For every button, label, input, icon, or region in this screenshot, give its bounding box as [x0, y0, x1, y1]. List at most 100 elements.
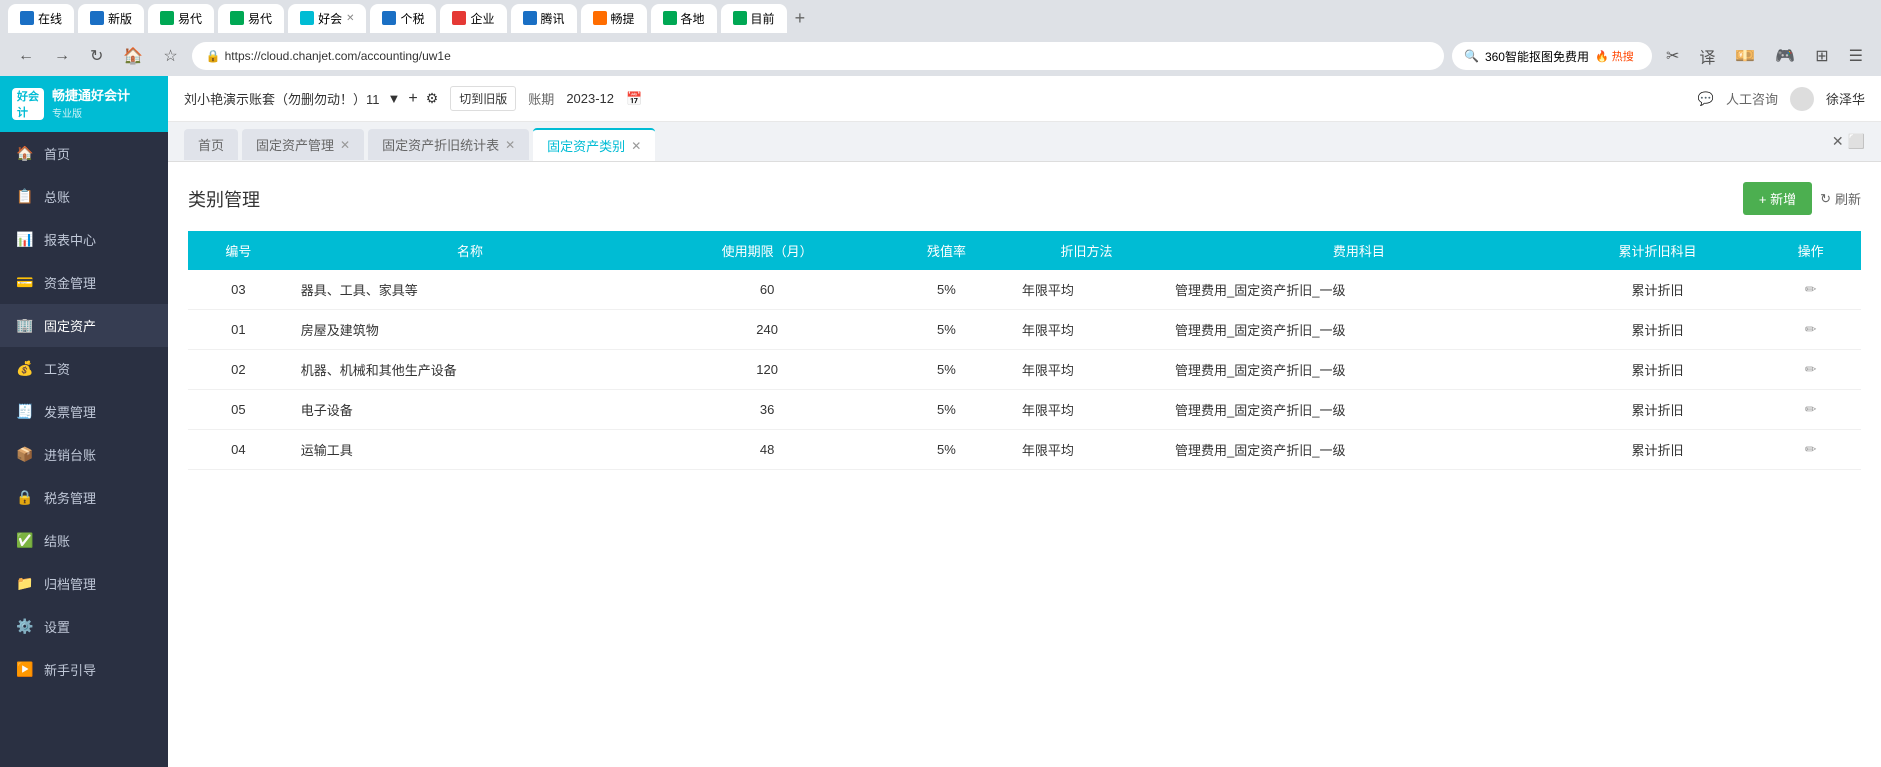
- row2-action[interactable]: ✏: [1760, 350, 1861, 390]
- browser-tab-1[interactable]: 在线: [8, 4, 74, 33]
- home-button[interactable]: 🏠: [117, 44, 149, 68]
- row3-action[interactable]: ✏: [1760, 390, 1861, 430]
- browser-tab-7[interactable]: 企业: [440, 4, 506, 33]
- game-button[interactable]: 🎮: [1769, 44, 1801, 68]
- sidebar-item-fixed-assets[interactable]: 🏢 固定资产: [0, 304, 168, 347]
- sidebar-item-reports[interactable]: 📊 报表中心: [0, 218, 168, 261]
- menu-button[interactable]: ☰: [1843, 44, 1869, 68]
- add-button[interactable]: + 新增: [1743, 182, 1812, 215]
- tab-fixed-depr[interactable]: 固定资产折旧统计表 ✕: [368, 129, 529, 160]
- search-box[interactable]: 🔍 360智能抠图免费用 🔥 热搜: [1452, 42, 1652, 70]
- browser-tab-3[interactable]: 易代: [148, 4, 214, 33]
- user-name: 徐泽华: [1826, 89, 1865, 108]
- support-text[interactable]: 人工咨询: [1726, 89, 1778, 108]
- table-row: 01 房屋及建筑物 240 5% 年限平均 管理费用_固定资产折旧_一级 累计折…: [188, 310, 1861, 350]
- browser-tab-11[interactable]: 目前: [721, 4, 787, 33]
- add-company-icon[interactable]: +: [408, 90, 417, 108]
- reload-button[interactable]: ↻: [84, 44, 109, 68]
- new-tab-button[interactable]: +: [791, 8, 810, 29]
- sidebar-item-salary[interactable]: 💰 工资: [0, 347, 168, 390]
- sidebar-item-checkout[interactable]: ✅ 结账: [0, 519, 168, 562]
- sidebar-item-home[interactable]: 🏠 首页: [0, 132, 168, 175]
- row4-code[interactable]: 04: [188, 430, 289, 470]
- tab-label-2: 新版: [108, 10, 132, 27]
- row3-code[interactable]: 05: [188, 390, 289, 430]
- calendar-icon[interactable]: 📅: [626, 91, 642, 107]
- browser-tab-4[interactable]: 易代: [218, 4, 284, 33]
- sidebar-item-guide[interactable]: ▶️ 新手引导: [0, 648, 168, 691]
- refresh-button[interactable]: ↻ 刷新: [1820, 189, 1861, 208]
- tab-fixed-depr-close[interactable]: ✕: [505, 138, 515, 152]
- sidebar-item-purchase-sale[interactable]: 📦 进销台账: [0, 433, 168, 476]
- edit-icon-2[interactable]: ✏: [1805, 361, 1817, 377]
- row0-residual: 5%: [883, 270, 1010, 310]
- tab-icon-3: [160, 11, 174, 25]
- address-bar: ← → ↻ 🏠 ☆ 🔒 https://cloud.chanjet.com/ac…: [0, 36, 1881, 76]
- switch-version-button[interactable]: 切到旧版: [450, 86, 516, 111]
- cut-button[interactable]: ✂: [1660, 44, 1685, 68]
- row2-name: 机器、机械和其他生产设备: [289, 350, 652, 390]
- sidebar-item-funds[interactable]: 💳 资金管理: [0, 261, 168, 304]
- sidebar-item-tax[interactable]: 🔒 税务管理: [0, 476, 168, 519]
- translate-button[interactable]: 译: [1693, 42, 1721, 70]
- row4-action[interactable]: ✏: [1760, 430, 1861, 470]
- back-button[interactable]: ←: [12, 45, 40, 67]
- topbar-right: 💬 人工咨询 徐泽华: [1698, 87, 1865, 111]
- tab-fixed-cat[interactable]: 固定资产类别 ✕: [533, 128, 655, 161]
- row1-accum: 累计折旧: [1555, 310, 1760, 350]
- row0-code: 03: [188, 270, 289, 310]
- edit-icon-4[interactable]: ✏: [1805, 441, 1817, 457]
- tax-icon: 🔒: [16, 489, 34, 507]
- tab-fixed-cat-close[interactable]: ✕: [631, 139, 641, 153]
- browser-tab-6[interactable]: 个税: [370, 4, 436, 33]
- row0-action[interactable]: ✏: [1760, 270, 1861, 310]
- tab-fixed-mgmt-close[interactable]: ✕: [340, 138, 350, 152]
- address-input[interactable]: 🔒 https://cloud.chanjet.com/accounting/u…: [192, 42, 1444, 70]
- edit-icon-1[interactable]: ✏: [1805, 321, 1817, 337]
- sidebar-item-ledger[interactable]: 📋 总账: [0, 175, 168, 218]
- row1-action[interactable]: ✏: [1760, 310, 1861, 350]
- table-row: 05 电子设备 36 5% 年限平均 管理费用_固定资产折旧_一级 累计折旧 ✏: [188, 390, 1861, 430]
- browser-tab-2[interactable]: 新版: [78, 4, 144, 33]
- col-residual: 残值率: [883, 231, 1010, 270]
- tab-icon-8: [523, 11, 537, 25]
- sidebar-item-settings[interactable]: ⚙️ 设置: [0, 605, 168, 648]
- sidebar-item-archive[interactable]: 📁 归档管理: [0, 562, 168, 605]
- page-tabs: 首页 固定资产管理 ✕ 固定资产折旧统计表 ✕ 固定资产类别 ✕ ✕ ⬜: [168, 122, 1881, 162]
- browser-tab-10[interactable]: 各地: [651, 4, 717, 33]
- bookmark-button[interactable]: ☆: [157, 44, 183, 68]
- close-tab-button[interactable]: ✕: [1832, 133, 1844, 150]
- browser-tab-9[interactable]: 畅提: [581, 4, 647, 33]
- wallet-button[interactable]: 💴: [1729, 44, 1761, 68]
- tab-home[interactable]: 首页: [184, 129, 238, 160]
- row2-code[interactable]: 02: [188, 350, 289, 390]
- sidebar-logo: 好会计 畅捷通好会计 专业版: [0, 76, 168, 132]
- tab-fixed-mgmt[interactable]: 固定资产管理 ✕: [242, 129, 364, 160]
- ledger-icon: 📋: [16, 188, 34, 206]
- sidebar-label-invoice: 发票管理: [44, 402, 96, 421]
- browser-tab-8[interactable]: 腾讯: [511, 4, 577, 33]
- row4-method: 年限平均: [1010, 430, 1163, 470]
- row3-accum: 累计折旧: [1555, 390, 1760, 430]
- dropdown-icon[interactable]: ▼: [388, 91, 401, 106]
- sidebar-label-funds: 资金管理: [44, 273, 96, 292]
- hot-tag: 🔥 热搜: [1595, 48, 1634, 64]
- logo-sub: 专业版: [52, 105, 130, 120]
- settings-icon: ⚙️: [16, 618, 34, 636]
- browser-tab-close-5[interactable]: ✕: [346, 13, 354, 24]
- grid-button[interactable]: ⊞: [1809, 44, 1834, 68]
- edit-icon-3[interactable]: ✏: [1805, 401, 1817, 417]
- user-avatar: [1790, 87, 1814, 111]
- sidebar-item-invoice[interactable]: 🧾 发票管理: [0, 390, 168, 433]
- forward-button[interactable]: →: [48, 45, 76, 67]
- browser-tab-5[interactable]: 好会 ✕: [288, 4, 366, 33]
- col-action: 操作: [1760, 231, 1861, 270]
- table-row: 03 器具、工具、家具等 60 5% 年限平均 管理费用_固定资产折旧_一级 累…: [188, 270, 1861, 310]
- edit-icon-0[interactable]: ✏: [1805, 281, 1817, 297]
- maximize-tab-button[interactable]: ⬜: [1848, 133, 1865, 150]
- row1-method: 年限平均: [1010, 310, 1163, 350]
- row1-code[interactable]: 01: [188, 310, 289, 350]
- col-method: 折旧方法: [1010, 231, 1163, 270]
- settings-icon[interactable]: ⚙: [426, 90, 439, 107]
- row3-period: 36: [651, 390, 883, 430]
